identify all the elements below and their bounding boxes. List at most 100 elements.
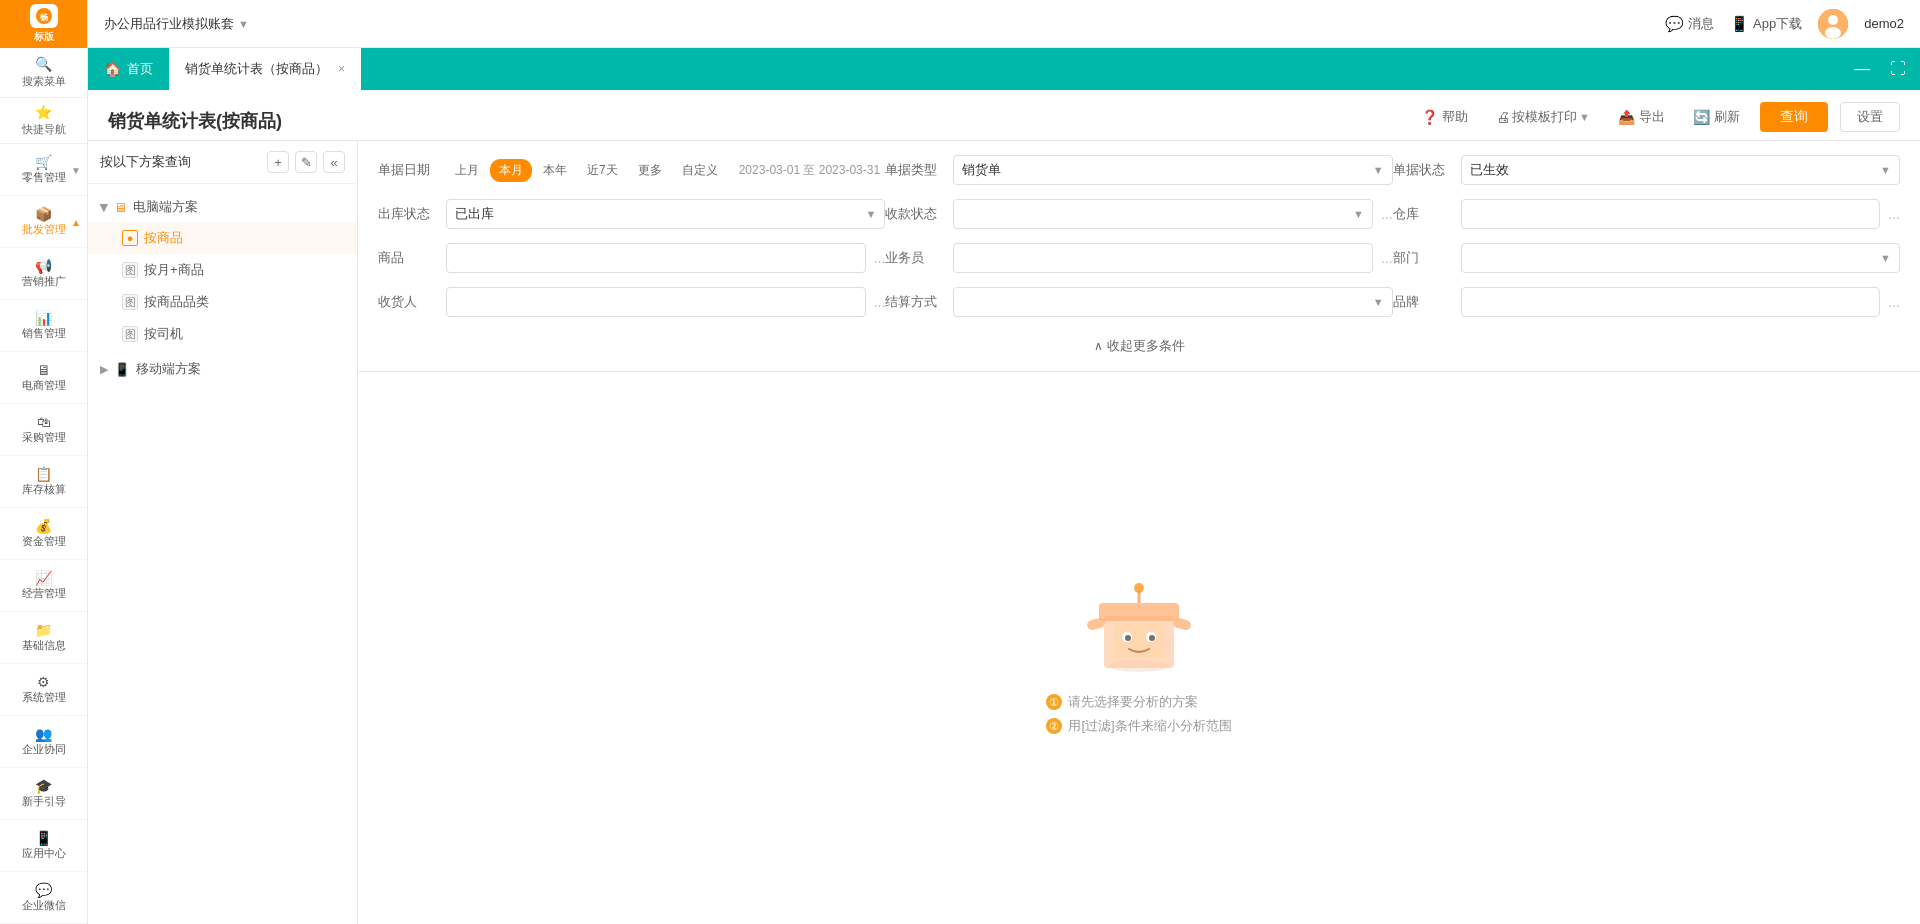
- print-btn[interactable]: 🖨 按模板打印 ▼: [1488, 104, 1598, 130]
- date-tab-this-year[interactable]: 本年: [534, 159, 576, 182]
- sidebar-item-inventory[interactable]: 📋 库存核算: [0, 456, 87, 508]
- scheme-tree: ▶ 🖥 电脑端方案 ● 按商品 图 按月+商品: [88, 184, 357, 924]
- product-select[interactable]: [446, 243, 866, 273]
- sidebar-item-quick-nav[interactable]: ⭐ 快捷导航: [0, 98, 87, 144]
- doc-status-chevron-icon: ▼: [1880, 164, 1891, 176]
- help-btn[interactable]: ❓ 帮助: [1413, 104, 1476, 130]
- sidebar-item-wechat[interactable]: 💬 企业微信: [0, 872, 87, 924]
- header-left: 办公用品行业模拟账套 ▼: [104, 15, 249, 33]
- page-title: 销货单统计表(按商品): [108, 109, 282, 133]
- sidebar-item-ecommerce[interactable]: 🖥 电商管理: [0, 352, 87, 404]
- refresh-btn[interactable]: 🔄 刷新: [1685, 104, 1748, 130]
- date-tab-custom[interactable]: 自定义: [673, 159, 727, 182]
- consignee-select[interactable]: [446, 287, 866, 317]
- product-label: 商品: [378, 249, 438, 267]
- collapse-more-btn[interactable]: ∧ 收起更多条件: [378, 331, 1900, 361]
- sidebar-marketing-label: 营销推广: [22, 274, 66, 289]
- scheme-add-btn[interactable]: +: [267, 151, 289, 173]
- tree-group-pc: ▶ 🖥 电脑端方案 ● 按商品 图 按月+商品: [88, 192, 357, 350]
- sidebar-item-basics[interactable]: 📁 基础信息: [0, 612, 87, 664]
- sidebar-item-collab[interactable]: 👥 企业协同: [0, 716, 87, 768]
- date-tab-more[interactable]: 更多: [629, 159, 671, 182]
- warehouse-select[interactable]: [1461, 199, 1881, 229]
- product-dots[interactable]: ...: [874, 250, 886, 266]
- export-btn[interactable]: 📤 导出: [1610, 104, 1673, 130]
- tab-maximize-btn[interactable]: ⛶: [1884, 55, 1912, 83]
- brand-dots[interactable]: ...: [1888, 294, 1900, 310]
- salesperson-select[interactable]: [953, 243, 1373, 273]
- avatar[interactable]: [1818, 9, 1848, 39]
- basics-icon: 📁: [35, 622, 52, 638]
- sidebar-item-purchase[interactable]: 🛍 采购管理: [0, 404, 87, 456]
- industry-selector[interactable]: 办公用品行业模拟账套 ▼: [104, 15, 249, 33]
- tree-item-by-month-product[interactable]: 图 按月+商品: [88, 254, 357, 286]
- sidebar-item-search[interactable]: 🔍 搜索菜单: [0, 48, 87, 98]
- dept-select[interactable]: ▼: [1461, 243, 1900, 273]
- brand-control: ...: [1461, 287, 1900, 317]
- doc-type-value: 销货单: [962, 161, 1001, 179]
- svg-point-11: [1125, 635, 1131, 641]
- doc-type-chevron-icon: ▼: [1373, 164, 1384, 176]
- out-status-select[interactable]: 已出库 ▼: [446, 199, 885, 229]
- industry-chevron-icon: ▼: [238, 18, 249, 30]
- consignee-dots[interactable]: ...: [874, 294, 886, 310]
- sidebar-item-system[interactable]: ⚙ 系统管理: [0, 664, 87, 716]
- tree-item-by-product[interactable]: ● 按商品: [88, 222, 357, 254]
- sidebar-item-finance[interactable]: 💰 资金管理: [0, 508, 87, 560]
- filter-row-3: 商品 ... 业务员: [378, 243, 1900, 273]
- doc-status-value: 已生效: [1470, 161, 1509, 179]
- salesperson-dots[interactable]: ...: [1381, 250, 1393, 266]
- ecommerce-icon: 🖥: [37, 362, 51, 378]
- settings-button[interactable]: 设置: [1840, 102, 1900, 132]
- app-subtitle: 标版: [34, 30, 54, 44]
- sidebar-item-wholesale[interactable]: 📦 批发管理 ▲: [0, 196, 87, 248]
- date-tab-last-month[interactable]: 上月: [446, 159, 488, 182]
- empty-tip-1: ① 请先选择要分析的方案: [1046, 693, 1231, 711]
- scheme-edit-btn[interactable]: ✎: [295, 151, 317, 173]
- username: demo2: [1864, 16, 1904, 31]
- query-button[interactable]: 查询: [1760, 102, 1828, 132]
- tree-item-by-cashier[interactable]: 图 按司机: [88, 318, 357, 350]
- pc-group-icon: 🖥: [114, 200, 127, 215]
- tree-group-mobile-header[interactable]: ▶ 📱 移动端方案: [88, 354, 357, 384]
- tab-active-label: 销货单统计表（按商品）: [185, 60, 328, 78]
- payment-status-dots[interactable]: ...: [1381, 206, 1393, 222]
- app-download-action[interactable]: 📱 App下载: [1730, 15, 1802, 33]
- export-label: 导出: [1639, 108, 1665, 126]
- date-tab-7days[interactable]: 近7天: [578, 159, 627, 182]
- sidebar-item-onboarding[interactable]: 🎓 新手引导: [0, 768, 87, 820]
- message-action[interactable]: 💬 消息: [1665, 15, 1714, 33]
- sidebar-item-operations[interactable]: 📈 经营管理: [0, 560, 87, 612]
- tree-item-by-category[interactable]: 图 按商品品类: [88, 286, 357, 318]
- refresh-icon: 🔄: [1693, 109, 1710, 125]
- scheme-panel: 按以下方案查询 + ✎ « ▶ 🖥 电脑端方案: [88, 141, 358, 924]
- sidebar-item-app-center[interactable]: 📱 应用中心: [0, 820, 87, 872]
- doc-status-select[interactable]: 已生效 ▼: [1461, 155, 1900, 185]
- sidebar-item-sales[interactable]: 📊 销售管理: [0, 300, 87, 352]
- tab-active[interactable]: 销货单统计表（按商品） ×: [169, 48, 361, 90]
- sidebar-basics-label: 基础信息: [22, 638, 66, 653]
- date-tab-this-month[interactable]: 本月: [490, 159, 532, 182]
- payment-status-select[interactable]: ▼: [953, 199, 1373, 229]
- scheme-collapse-btn[interactable]: «: [323, 151, 345, 173]
- doc-type-select[interactable]: 销货单 ▼: [953, 155, 1392, 185]
- dept-field: 部门 ▼: [1393, 243, 1900, 273]
- brand-label: 品牌: [1393, 293, 1453, 311]
- tab-home[interactable]: 🏠 首页: [88, 48, 169, 90]
- sidebar-retail-label: 零售管理: [22, 170, 66, 185]
- brand-select[interactable]: [1461, 287, 1881, 317]
- svg-text:畅: 畅: [40, 13, 48, 22]
- export-icon: 📤: [1618, 109, 1635, 125]
- warehouse-dots[interactable]: ...: [1888, 206, 1900, 222]
- inventory-icon: 📋: [35, 466, 52, 482]
- sidebar-item-retail[interactable]: 🛒 零售管理 ▼: [0, 144, 87, 196]
- payment-method-select[interactable]: ▼: [953, 287, 1392, 317]
- tab-minimize-btn[interactable]: —: [1848, 55, 1876, 83]
- scheme-panel-header: 按以下方案查询 + ✎ «: [88, 141, 357, 184]
- tree-group-pc-header[interactable]: ▶ 🖥 电脑端方案: [88, 192, 357, 222]
- tab-close-btn[interactable]: ×: [338, 62, 345, 76]
- empty-tip-2: ② 用[过滤]条件来缩小分析范围: [1046, 717, 1231, 735]
- industry-label: 办公用品行业模拟账套: [104, 15, 234, 33]
- app-download-icon: 📱: [1730, 15, 1749, 33]
- sidebar-item-marketing[interactable]: 📢 营销推广: [0, 248, 87, 300]
